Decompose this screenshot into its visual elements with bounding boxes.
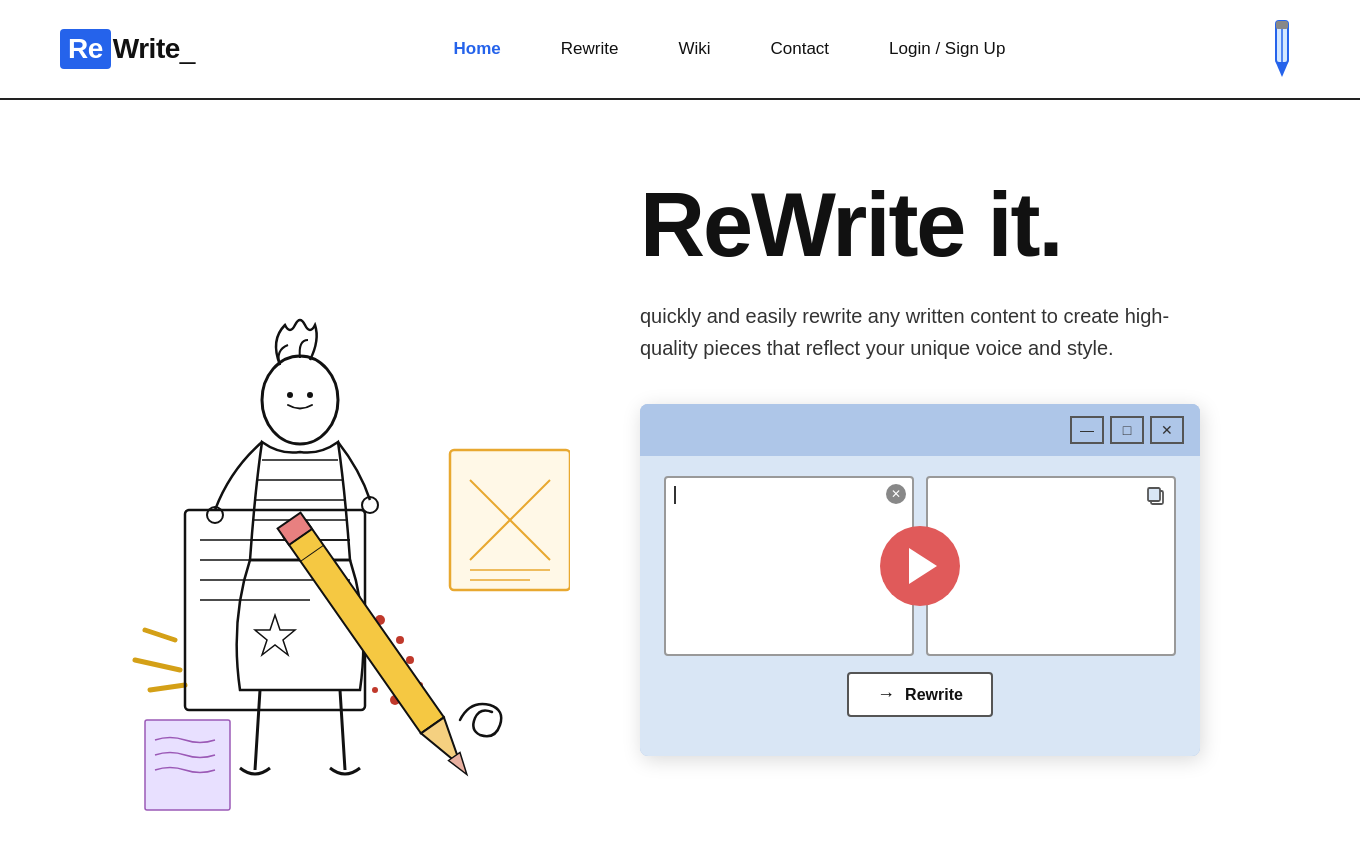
svg-point-23 bbox=[307, 392, 313, 398]
svg-point-22 bbox=[287, 392, 293, 398]
app-window-mockup: — □ ✕ ✕ bbox=[640, 404, 1200, 756]
svg-line-4 bbox=[145, 630, 175, 640]
svg-rect-2 bbox=[1276, 21, 1288, 29]
logo-cursor: _ bbox=[180, 33, 195, 65]
character-illustration bbox=[30, 140, 570, 859]
hero-content: ReWrite it. quickly and easily rewrite a… bbox=[600, 160, 1300, 756]
input-text-area[interactable]: ✕ bbox=[664, 476, 914, 656]
play-button[interactable] bbox=[880, 526, 960, 606]
text-areas-row: ✕ bbox=[664, 476, 1176, 656]
play-triangle-icon bbox=[909, 548, 937, 584]
logo-re: Re bbox=[60, 29, 111, 69]
nav-wiki[interactable]: Wiki bbox=[678, 39, 710, 58]
svg-line-6 bbox=[150, 685, 185, 690]
rewrite-btn-row: → Rewrite bbox=[664, 672, 1176, 717]
svg-line-29 bbox=[255, 690, 260, 770]
svg-line-5 bbox=[135, 660, 180, 670]
pen-icon bbox=[1264, 19, 1300, 79]
navbar: Re Write _ Home Rewrite Wiki Contact Log… bbox=[0, 0, 1360, 100]
nav-contact[interactable]: Contact bbox=[771, 39, 830, 58]
nav-links: Home Rewrite Wiki Contact Login / Sign U… bbox=[454, 39, 1006, 59]
copy-output-btn[interactable] bbox=[1144, 484, 1168, 508]
arrow-right-icon: → bbox=[877, 684, 895, 705]
nav-rewrite[interactable]: Rewrite bbox=[561, 39, 619, 58]
window-maximize-btn[interactable]: □ bbox=[1110, 416, 1144, 444]
app-window-body: ✕ bbox=[640, 456, 1200, 756]
svg-rect-45 bbox=[1148, 488, 1160, 501]
rewrite-button[interactable]: → Rewrite bbox=[847, 672, 993, 717]
output-text-area[interactable] bbox=[926, 476, 1176, 656]
hero-section: ReWrite it. quickly and easily rewrite a… bbox=[0, 100, 1360, 859]
hero-illustration-area bbox=[60, 160, 600, 840]
svg-point-12 bbox=[372, 687, 378, 693]
svg-point-8 bbox=[396, 636, 404, 644]
logo[interactable]: Re Write _ bbox=[60, 29, 195, 69]
svg-rect-38 bbox=[283, 521, 444, 734]
svg-marker-1 bbox=[1276, 63, 1288, 77]
svg-point-21 bbox=[262, 356, 338, 444]
window-minimize-btn[interactable]: — bbox=[1070, 416, 1104, 444]
svg-rect-20 bbox=[145, 720, 230, 810]
clear-input-btn[interactable]: ✕ bbox=[886, 484, 906, 504]
nav-login-signup[interactable]: Login / Sign Up bbox=[889, 39, 1005, 58]
rewrite-btn-label: Rewrite bbox=[905, 686, 963, 704]
hero-title: ReWrite it. bbox=[640, 180, 1300, 270]
nav-right bbox=[1264, 19, 1300, 79]
logo-write: Write bbox=[113, 33, 180, 65]
app-window-titlebar: — □ ✕ bbox=[640, 404, 1200, 456]
text-cursor bbox=[674, 486, 676, 504]
nav-home[interactable]: Home bbox=[454, 39, 501, 58]
hero-subtitle: quickly and easily rewrite any written c… bbox=[640, 300, 1170, 364]
window-close-btn[interactable]: ✕ bbox=[1150, 416, 1184, 444]
svg-line-30 bbox=[340, 690, 345, 770]
svg-point-11 bbox=[406, 656, 414, 664]
